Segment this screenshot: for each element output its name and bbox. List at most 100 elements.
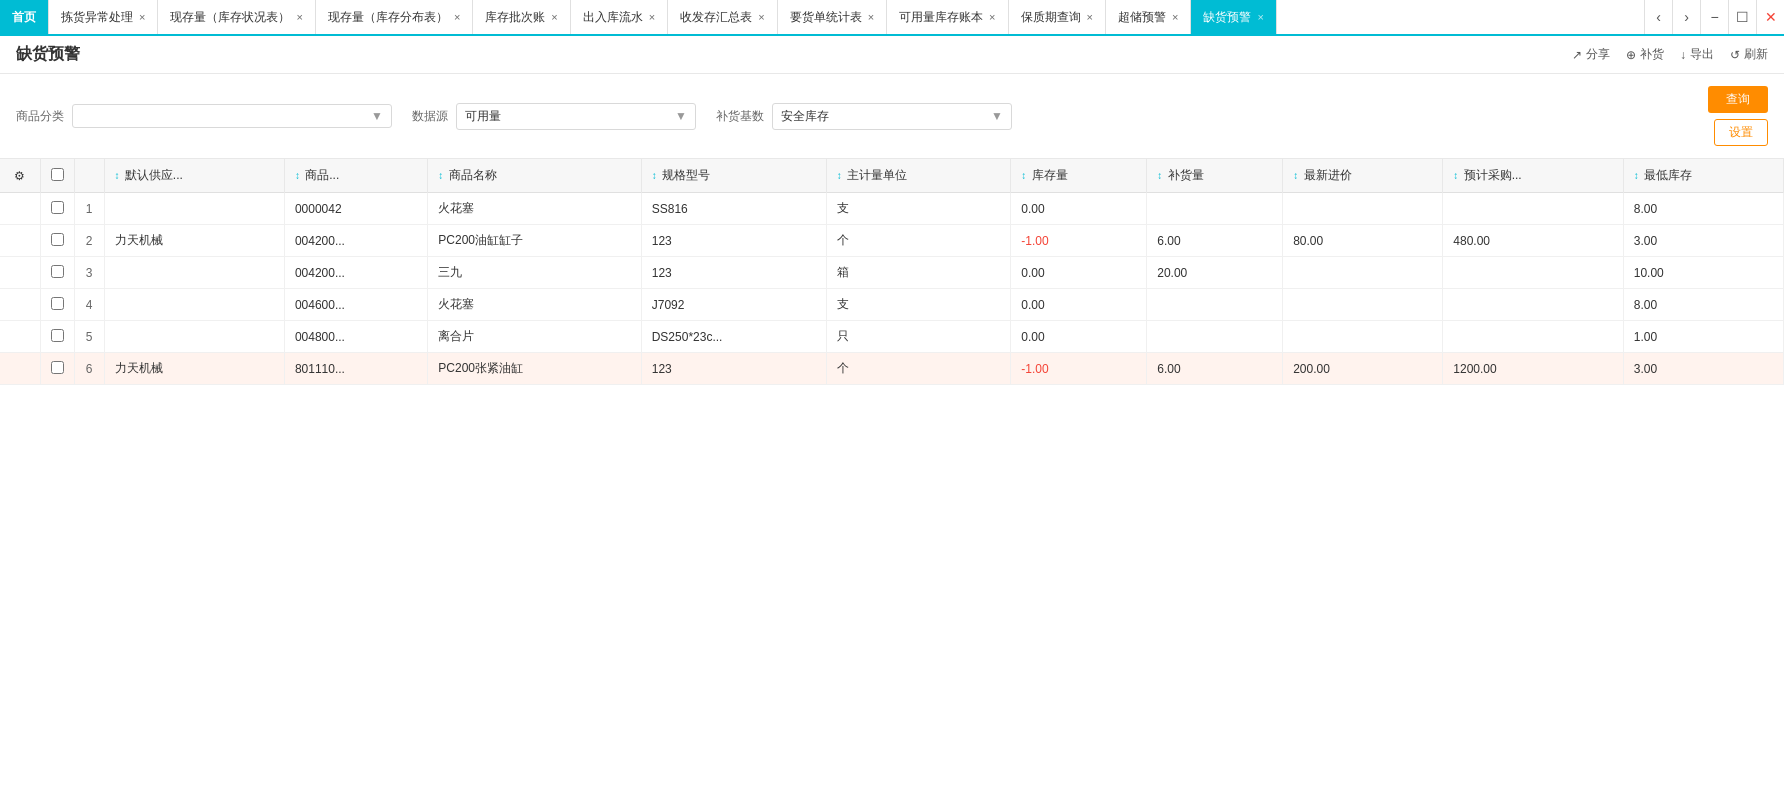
- tab-inventory-dist[interactable]: 现存量（库存分布表）×: [316, 0, 473, 34]
- tab-receive-summary[interactable]: 收发存汇总表×: [668, 0, 777, 34]
- restock-button[interactable]: ⊕ 补货: [1626, 46, 1664, 63]
- category-label: 商品分类: [16, 108, 64, 125]
- row-supplier: [104, 289, 284, 321]
- column-product-code[interactable]: ↕ 商品...: [284, 159, 427, 193]
- restock-base-filter-group: 补货基数 安全库存 ▼: [716, 103, 1012, 130]
- table-header-row: ⚙ ↕ 默认供应... ↕ 商品... ↕: [0, 159, 1784, 193]
- tab-close-expiry-query[interactable]: ×: [1087, 11, 1093, 23]
- row-unit: 支: [826, 193, 1010, 225]
- datasource-value: 可用量: [465, 108, 501, 125]
- row-checkbox[interactable]: [51, 329, 64, 342]
- col-latest-price-label: 最新进价: [1304, 168, 1352, 182]
- window-close-button[interactable]: ✕: [1756, 0, 1784, 34]
- row-checkbox[interactable]: [51, 297, 64, 310]
- tab-label: 可用量库存账本: [899, 9, 983, 26]
- tab-shortage[interactable]: 缺货预警×: [1191, 0, 1276, 34]
- tab-close-inventory-status[interactable]: ×: [296, 11, 302, 23]
- row-product-name: PC200油缸缸子: [428, 225, 641, 257]
- row-latest-price: 80.00: [1283, 225, 1443, 257]
- row-est-purchase: 1200.00: [1443, 353, 1623, 385]
- datasource-filter-group: 数据源 可用量 ▼: [412, 103, 696, 130]
- tab-batch-account[interactable]: 库存批次账×: [473, 0, 570, 34]
- tab-inventory-status[interactable]: 现存量（库存状况表）×: [158, 0, 315, 34]
- row-checkbox-cell[interactable]: [40, 353, 74, 385]
- column-est-purchase[interactable]: ↕ 预计采购...: [1443, 159, 1623, 193]
- row-restock-qty: [1147, 321, 1283, 353]
- row-stock: 0.00: [1011, 321, 1147, 353]
- column-stock[interactable]: ↕ 库存量: [1011, 159, 1147, 193]
- column-settings[interactable]: ⚙: [0, 159, 40, 193]
- select-all-checkbox[interactable]: [51, 168, 64, 181]
- tab-prev-button[interactable]: ‹: [1644, 0, 1672, 34]
- window-maximize-button[interactable]: ☐: [1728, 0, 1756, 34]
- row-checkbox[interactable]: [51, 233, 64, 246]
- share-icon: ↗: [1572, 48, 1582, 62]
- row-checkbox[interactable]: [51, 201, 64, 214]
- row-number: 2: [74, 225, 104, 257]
- column-product-name[interactable]: ↕ 商品名称: [428, 159, 641, 193]
- tab-close-order-stat[interactable]: ×: [868, 11, 874, 23]
- table-row: 5 004800... 离合片 DS250*23c... 只 0.00 1.00: [0, 321, 1784, 353]
- filter-area: 商品分类 ▼ 数据源 可用量 ▼ 补货基数 安全库存 ▼ 查询 设置: [0, 74, 1784, 159]
- row-checkbox-cell[interactable]: [40, 257, 74, 289]
- row-est-purchase: [1443, 257, 1623, 289]
- col-supplier-label: 默认供应...: [125, 168, 183, 182]
- category-select[interactable]: ▼: [72, 104, 392, 128]
- tab-close-batch-account[interactable]: ×: [551, 11, 557, 23]
- tab-expiry-query[interactable]: 保质期查询×: [1009, 0, 1106, 34]
- row-checkbox-cell[interactable]: [40, 193, 74, 225]
- refresh-icon: ↺: [1730, 48, 1740, 62]
- row-spec: J7092: [641, 289, 826, 321]
- row-spec: DS250*23c...: [641, 321, 826, 353]
- tab-next-button[interactable]: ›: [1672, 0, 1700, 34]
- tab-label: 出入库流水: [583, 9, 643, 26]
- gear-icon: ⚙: [14, 169, 25, 183]
- row-unit: 箱: [826, 257, 1010, 289]
- category-filter-group: 商品分类 ▼: [16, 104, 392, 128]
- tab-close-abnormal[interactable]: ×: [139, 11, 145, 23]
- export-button[interactable]: ↓ 导出: [1680, 46, 1714, 63]
- tab-overstock[interactable]: 超储预警×: [1106, 0, 1191, 34]
- row-product-name: 火花塞: [428, 289, 641, 321]
- settings-button[interactable]: 设置: [1714, 119, 1768, 146]
- datasource-select[interactable]: 可用量 ▼: [456, 103, 696, 130]
- datasource-arrow-icon: ▼: [675, 109, 687, 123]
- refresh-button[interactable]: ↺ 刷新: [1730, 46, 1768, 63]
- row-product-name: PC200张紧油缸: [428, 353, 641, 385]
- row-supplier: [104, 257, 284, 289]
- row-spec: 123: [641, 257, 826, 289]
- tab-abnormal[interactable]: 拣货异常处理×: [49, 0, 158, 34]
- column-checkbox[interactable]: [40, 159, 74, 193]
- column-spec[interactable]: ↕ 规格型号: [641, 159, 826, 193]
- tab-close-shortage[interactable]: ×: [1257, 11, 1263, 23]
- row-checkbox-cell[interactable]: [40, 321, 74, 353]
- col-stock-label: 库存量: [1032, 168, 1068, 182]
- window-minimize-button[interactable]: −: [1700, 0, 1728, 34]
- share-button[interactable]: ↗ 分享: [1572, 46, 1610, 63]
- table-row: 4 004600... 火花塞 J7092 支 0.00 8.00: [0, 289, 1784, 321]
- row-checkbox[interactable]: [51, 265, 64, 278]
- column-latest-price[interactable]: ↕ 最新进价: [1283, 159, 1443, 193]
- tab-close-inventory-dist[interactable]: ×: [454, 11, 460, 23]
- row-restock-qty: [1147, 193, 1283, 225]
- column-supplier[interactable]: ↕ 默认供应...: [104, 159, 284, 193]
- column-restock-qty[interactable]: ↕ 补货量: [1147, 159, 1283, 193]
- tab-home[interactable]: 首页: [0, 0, 49, 34]
- row-checkbox[interactable]: [51, 361, 64, 374]
- column-unit[interactable]: ↕ 主计量单位: [826, 159, 1010, 193]
- row-checkbox-cell[interactable]: [40, 225, 74, 257]
- row-checkbox-cell[interactable]: [40, 289, 74, 321]
- tab-close-overstock[interactable]: ×: [1172, 11, 1178, 23]
- tab-close-available-ledger[interactable]: ×: [989, 11, 995, 23]
- tab-available-ledger[interactable]: 可用量库存账本 ×: [887, 0, 1008, 34]
- query-button[interactable]: 查询: [1708, 86, 1768, 113]
- restock-label: 补货: [1640, 46, 1664, 63]
- tab-close-receive-summary[interactable]: ×: [758, 11, 764, 23]
- tab-inout-flow[interactable]: 出入库流水 ×: [571, 0, 668, 34]
- sort-icon-product-name: ↕: [438, 170, 443, 181]
- tab-close-inout-flow[interactable]: ×: [649, 11, 655, 23]
- tab-order-stat[interactable]: 要货单统计表×: [778, 0, 887, 34]
- row-min-stock: 8.00: [1623, 193, 1783, 225]
- column-min-stock[interactable]: ↕ 最低库存: [1623, 159, 1783, 193]
- restock-base-select[interactable]: 安全库存 ▼: [772, 103, 1012, 130]
